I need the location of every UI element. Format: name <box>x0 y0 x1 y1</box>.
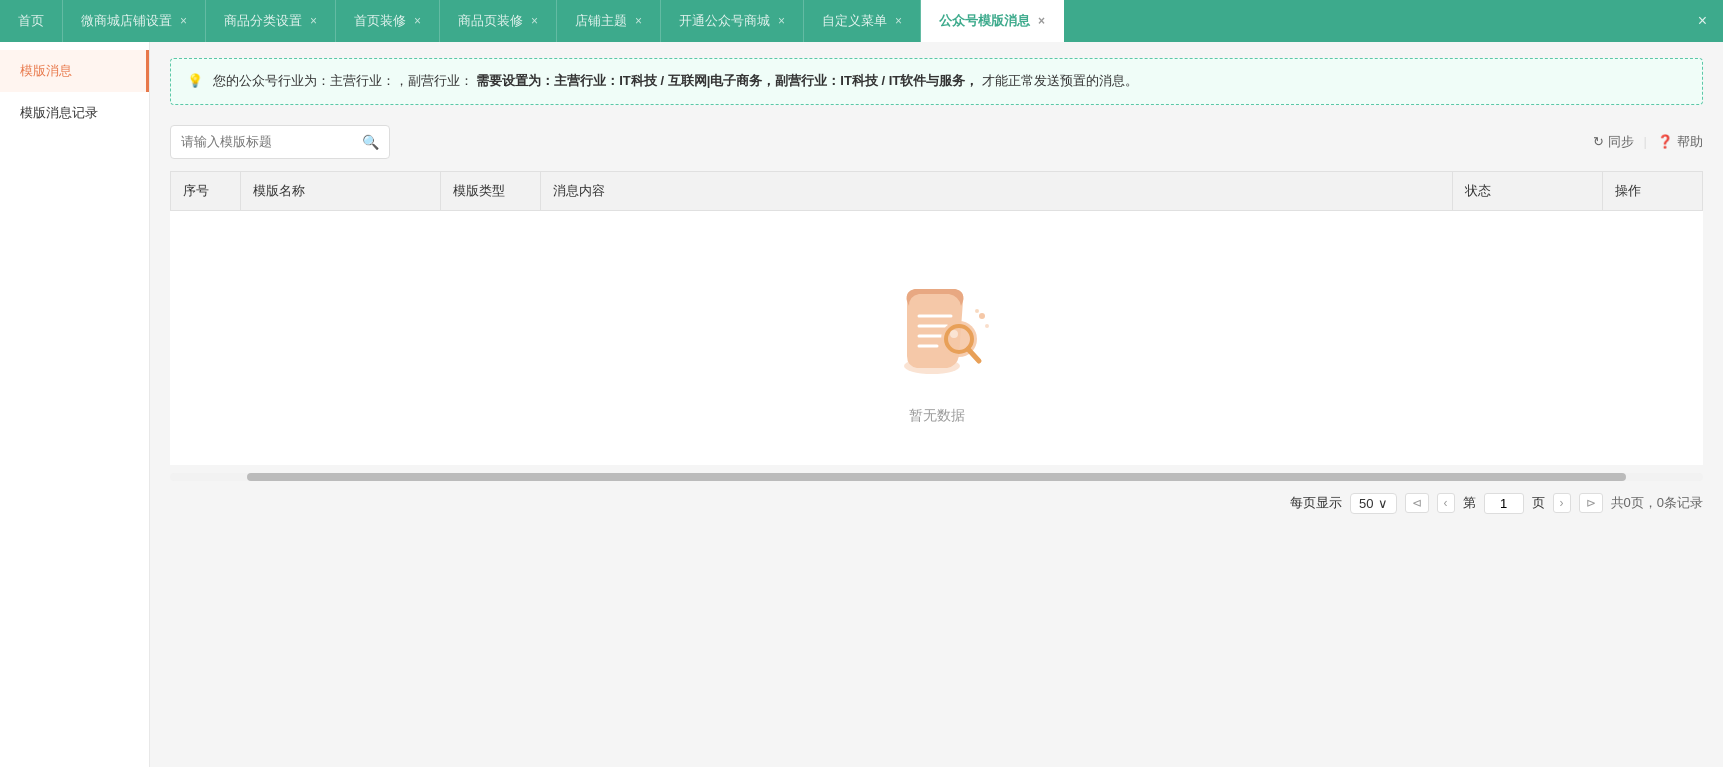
content-area: 💡 您的公众号行业为：主营行业：，副营行业： 需要设置为：主营行业：IT科技 /… <box>150 42 1723 767</box>
sync-label: 同步 <box>1608 133 1634 151</box>
tab-category-setting[interactable]: 商品分类设置 × <box>206 0 336 42</box>
tab-category-setting-close[interactable]: × <box>310 14 317 28</box>
search-input[interactable] <box>181 134 362 149</box>
page-unit: 页 <box>1532 494 1545 512</box>
main-layout: 模版消息 模版消息记录 💡 您的公众号行业为：主营行业：，副营行业： 需要设置为… <box>0 42 1723 767</box>
last-page-button[interactable]: ⊳ <box>1579 493 1603 513</box>
tab-custom-menu-close[interactable]: × <box>895 14 902 28</box>
svg-point-11 <box>975 309 979 313</box>
sidebar-item-template-msg[interactable]: 模版消息 <box>0 50 149 92</box>
sync-button[interactable]: ↻ 同步 <box>1593 133 1634 151</box>
tab-category-setting-label: 商品分类设置 <box>224 12 302 30</box>
data-table: 序号 模版名称 模版类型 消息内容 状态 操作 <box>170 171 1703 465</box>
sidebar-item-template-msg-label: 模版消息 <box>20 63 72 78</box>
col-status: 状态 <box>1453 171 1603 210</box>
next-page-button[interactable]: › <box>1553 493 1571 513</box>
pagination: 每页显示 50 ∨ ⊲ ‹ 第 页 › ⊳ 共0页，0条记录 <box>170 481 1703 514</box>
tab-template-msg-close[interactable]: × <box>1038 14 1045 28</box>
col-name: 模版名称 <box>241 171 441 210</box>
empty-state-row: 暂无数据 <box>171 210 1703 465</box>
notice-banner: 💡 您的公众号行业为：主营行业：，副营行业： 需要设置为：主营行业：IT科技 /… <box>170 58 1703 105</box>
bulb-icon: 💡 <box>187 73 203 88</box>
page-size-value: 50 <box>1359 496 1373 511</box>
chevron-down-icon: ∨ <box>1378 496 1388 511</box>
help-circle-icon: ❓ <box>1657 134 1673 149</box>
tab-product-decor-close[interactable]: × <box>531 14 538 28</box>
tab-product-decor[interactable]: 商品页装修 × <box>440 0 557 42</box>
tab-bar: 首页 微商城店铺设置 × 商品分类设置 × 首页装修 × 商品页装修 × 店铺主… <box>0 0 1723 42</box>
col-content: 消息内容 <box>541 171 1453 210</box>
col-index: 序号 <box>171 171 241 210</box>
tab-custom-menu-label: 自定义菜单 <box>822 12 887 30</box>
sidebar-item-template-msg-record[interactable]: 模版消息记录 <box>0 92 149 134</box>
tab-open-wechat-shop-label: 开通公众号商城 <box>679 12 770 30</box>
tab-weshop-setting-label: 微商城店铺设置 <box>81 12 172 30</box>
scrollbar-thumb[interactable] <box>247 473 1627 481</box>
divider: | <box>1644 134 1647 149</box>
tab-homepage-decor-close[interactable]: × <box>414 14 421 28</box>
empty-illustration <box>877 271 997 391</box>
search-input-wrap: 🔍 <box>170 125 390 159</box>
tab-template-msg-label: 公众号模版消息 <box>939 12 1030 30</box>
sidebar: 模版消息 模版消息记录 <box>0 42 150 767</box>
tab-custom-menu[interactable]: 自定义菜单 × <box>804 0 921 42</box>
tab-shop-theme-close[interactable]: × <box>635 14 642 28</box>
empty-text: 暂无数据 <box>909 407 965 425</box>
help-label: 帮助 <box>1677 133 1703 151</box>
svg-point-9 <box>979 313 985 319</box>
search-icon[interactable]: 🔍 <box>362 134 379 150</box>
first-page-button[interactable]: ⊲ <box>1405 493 1429 513</box>
col-action: 操作 <box>1603 171 1703 210</box>
prev-page-button[interactable]: ‹ <box>1437 493 1455 513</box>
page-size-select[interactable]: 50 ∨ <box>1350 493 1396 514</box>
help-button[interactable]: ❓ 帮助 <box>1657 133 1703 151</box>
tab-home-label: 首页 <box>18 12 44 30</box>
sidebar-item-template-msg-record-label: 模版消息记录 <box>20 105 98 120</box>
total-info: 共0页，0条记录 <box>1611 494 1703 512</box>
search-actions: ↻ 同步 | ❓ 帮助 <box>1593 133 1703 151</box>
svg-point-8 <box>950 330 958 338</box>
search-bar: 🔍 ↻ 同步 | ❓ 帮助 <box>170 125 1703 159</box>
svg-line-7 <box>968 349 979 361</box>
notice-suffix: 才能正常发送预置的消息。 <box>982 73 1138 88</box>
tab-weshop-setting-close[interactable]: × <box>180 14 187 28</box>
tab-open-wechat-shop-close[interactable]: × <box>778 14 785 28</box>
tab-product-decor-label: 商品页装修 <box>458 12 523 30</box>
svg-point-10 <box>985 324 989 328</box>
col-type: 模版类型 <box>441 171 541 210</box>
table-header-row: 序号 模版名称 模版类型 消息内容 状态 操作 <box>171 171 1703 210</box>
tab-open-wechat-shop[interactable]: 开通公众号商城 × <box>661 0 804 42</box>
tab-weshop-setting[interactable]: 微商城店铺设置 × <box>63 0 206 42</box>
notice-prefix: 您的公众号行业为：主营行业：，副营行业： <box>213 73 473 88</box>
tab-template-msg[interactable]: 公众号模版消息 × <box>921 0 1064 42</box>
tab-shop-theme[interactable]: 店铺主题 × <box>557 0 661 42</box>
tab-home[interactable]: 首页 <box>0 0 63 42</box>
close-all-button[interactable]: × <box>1682 12 1723 30</box>
tab-shop-theme-label: 店铺主题 <box>575 12 627 30</box>
sync-icon: ↻ <box>1593 134 1604 149</box>
page-label: 第 <box>1463 494 1476 512</box>
tab-homepage-decor[interactable]: 首页装修 × <box>336 0 440 42</box>
empty-state: 暂无数据 <box>171 211 1703 465</box>
notice-highlight: 需要设置为：主营行业：IT科技 / 互联网|电子商务，副营行业：IT科技 / I… <box>476 73 978 88</box>
horizontal-scrollbar[interactable] <box>170 473 1703 481</box>
page-number-input[interactable] <box>1484 493 1524 514</box>
tab-homepage-decor-label: 首页装修 <box>354 12 406 30</box>
page-size-label: 每页显示 <box>1290 494 1342 512</box>
